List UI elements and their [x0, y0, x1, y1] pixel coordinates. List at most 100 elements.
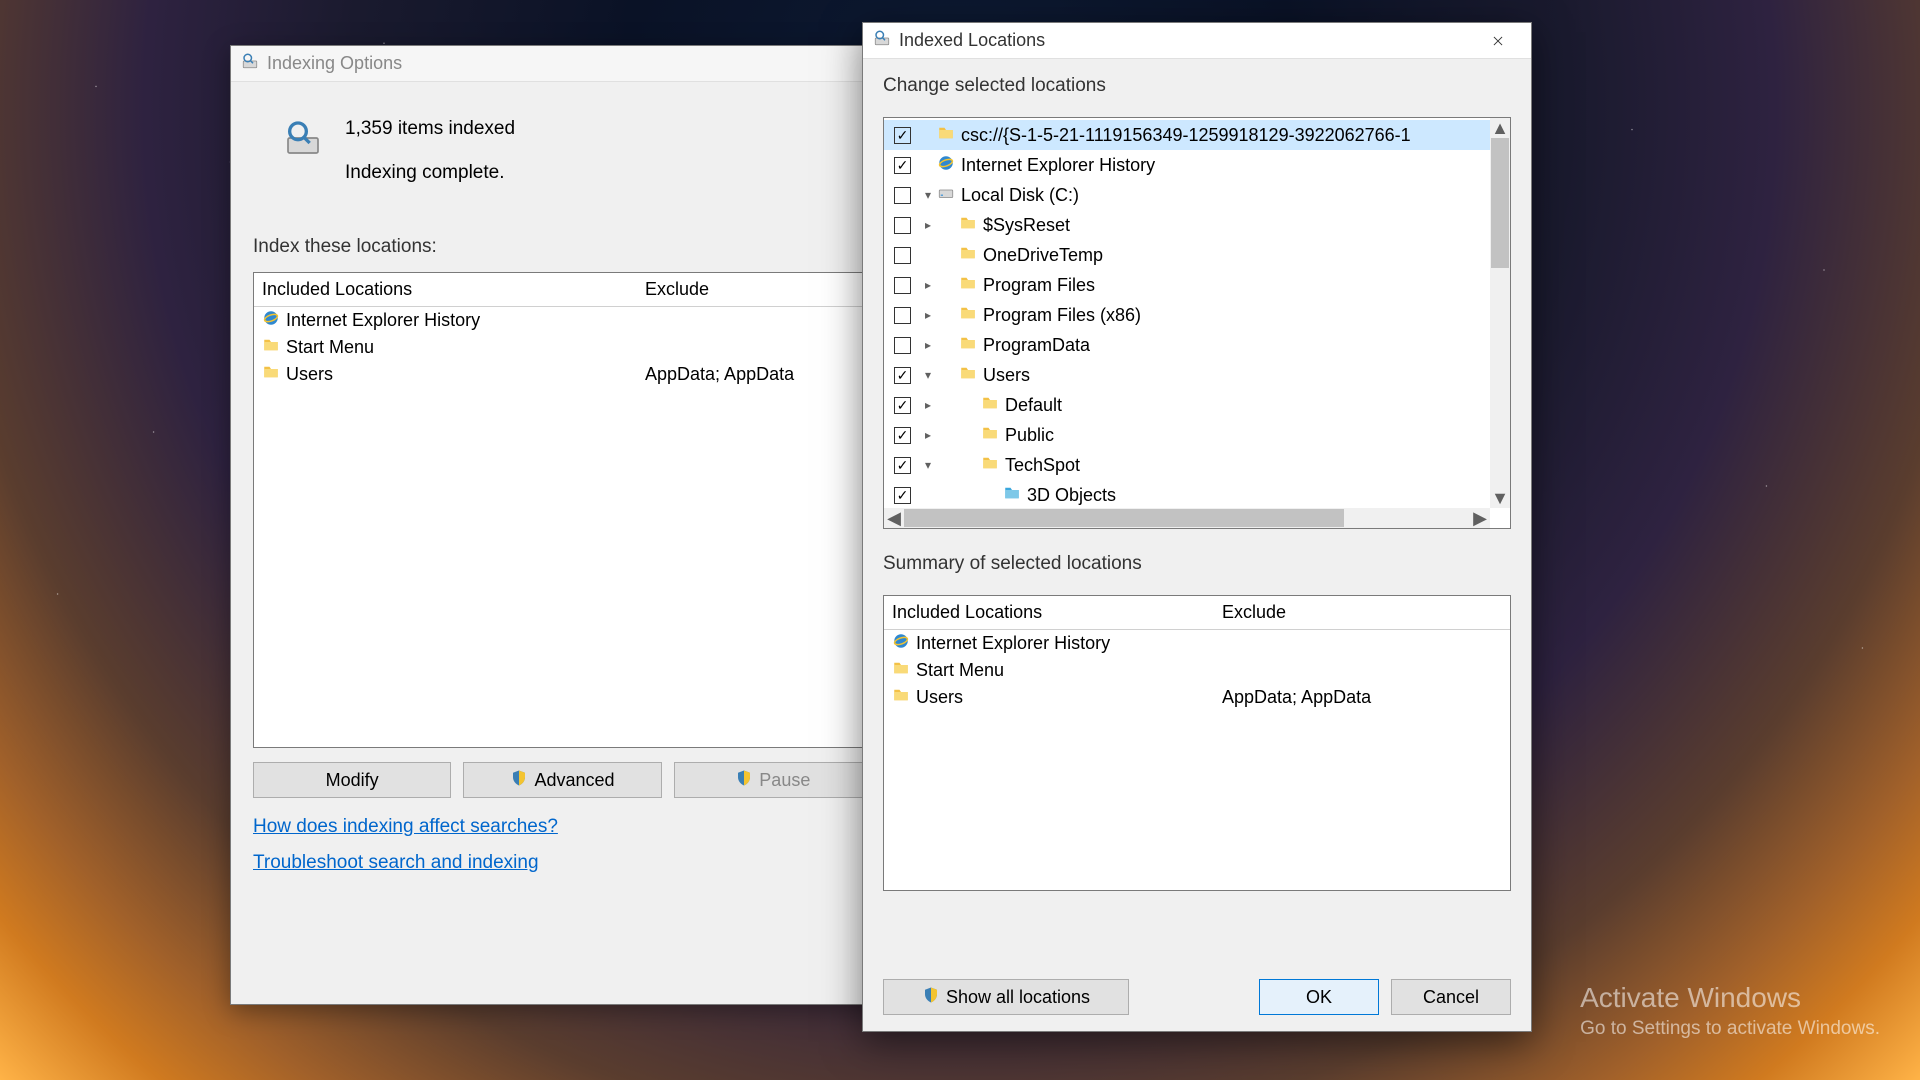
table-row[interactable]: Internet Explorer History	[254, 307, 871, 334]
folder-blue-icon	[1003, 484, 1021, 507]
ie-icon	[937, 154, 955, 177]
location-name: Internet Explorer History	[286, 310, 480, 331]
shield-icon	[735, 769, 753, 792]
scroll-down-icon[interactable]: ▼	[1490, 488, 1510, 508]
close-button[interactable]	[1475, 25, 1521, 57]
checkbox[interactable]	[894, 337, 911, 354]
checkbox[interactable]: ✓	[894, 367, 911, 384]
drive-icon	[937, 184, 955, 207]
folder-icon	[959, 274, 977, 297]
pause-button[interactable]: Pause	[674, 762, 872, 798]
tree-item-label: Local Disk (C:)	[961, 185, 1079, 206]
scroll-left-icon[interactable]: ◀	[884, 508, 904, 529]
exclude-value: AppData; AppData	[1222, 687, 1502, 708]
checkbox[interactable]	[894, 307, 911, 324]
checkbox[interactable]	[894, 277, 911, 294]
folder-icon	[981, 394, 999, 417]
activate-windows-watermark: Activate Windows Go to Settings to activ…	[1580, 979, 1880, 1042]
tree-item[interactable]: ✓ Internet Explorer History	[884, 150, 1490, 180]
folder-icon	[959, 214, 977, 237]
titlebar[interactable]: Indexed Locations	[863, 23, 1531, 59]
tree-item-label: $SysReset	[983, 215, 1070, 236]
cancel-button[interactable]: Cancel	[1391, 979, 1511, 1015]
folder-icon	[892, 659, 910, 682]
scroll-thumb[interactable]	[904, 509, 1344, 527]
checkbox[interactable]	[894, 187, 911, 204]
tree-item[interactable]: ▸ProgramData	[884, 330, 1490, 360]
tree-item-label: Internet Explorer History	[961, 155, 1155, 176]
folder-icon	[262, 336, 280, 359]
expand-toggle[interactable]: ▾	[919, 188, 937, 202]
tree-item[interactable]: ✓csc://{S-1-5-21-1119156349-1259918129-3…	[884, 120, 1490, 150]
location-name: Start Menu	[286, 337, 374, 358]
dialog-title: Indexing Options	[267, 53, 402, 74]
dialog-title: Indexed Locations	[899, 30, 1045, 51]
tree-item-label: Users	[983, 365, 1030, 386]
locations-tree: ✓csc://{S-1-5-21-1119156349-1259918129-3…	[883, 117, 1511, 529]
expand-toggle[interactable]: ▸	[919, 218, 937, 232]
scroll-right-icon[interactable]: ▶	[1470, 508, 1490, 529]
indexing-icon	[283, 118, 323, 163]
checkbox[interactable]	[894, 247, 911, 264]
expand-toggle[interactable]: ▾	[919, 458, 937, 472]
tree-item[interactable]: ▸ $SysReset	[884, 210, 1490, 240]
folder-icon	[892, 686, 910, 709]
tree-item[interactable]: ✓ ▸ Default	[884, 390, 1490, 420]
modify-button[interactable]: Modify	[253, 762, 451, 798]
column-header-exclude[interactable]: Exclude	[1222, 602, 1502, 623]
horizontal-scrollbar[interactable]: ◀ ▶	[884, 508, 1490, 528]
search-options-icon	[873, 29, 899, 52]
tree-item[interactable]: ▸Program Files	[884, 270, 1490, 300]
troubleshoot-link[interactable]: Troubleshoot search and indexing	[253, 852, 872, 874]
folder-icon	[959, 334, 977, 357]
tree-item[interactable]: OneDriveTemp	[884, 240, 1490, 270]
tree-item-label: OneDriveTemp	[983, 245, 1103, 266]
how-indexing-affects-link[interactable]: How does indexing affect searches?	[253, 816, 872, 838]
table-row[interactable]: Start Menu	[884, 657, 1510, 684]
tree-item[interactable]: ✓ ▾ Users	[884, 360, 1490, 390]
checkbox[interactable]: ✓	[894, 487, 911, 504]
tree-item-label: Default	[1005, 395, 1062, 416]
table-row[interactable]: UsersAppData; AppData	[254, 361, 871, 388]
table-row[interactable]: UsersAppData; AppData	[884, 684, 1510, 711]
checkbox[interactable]	[894, 217, 911, 234]
folder-icon	[959, 304, 977, 327]
show-all-locations-button[interactable]: Show all locations	[883, 979, 1129, 1015]
checkbox[interactable]: ✓	[894, 157, 911, 174]
tree-item[interactable]: ▾ Local Disk (C:)	[884, 180, 1490, 210]
expand-toggle[interactable]: ▸	[919, 398, 937, 412]
checkbox[interactable]: ✓	[894, 397, 911, 414]
checkbox[interactable]: ✓	[894, 457, 911, 474]
indexed-locations-dialog: Indexed Locations Change selected locati…	[862, 22, 1532, 1032]
tree-item[interactable]: ▸Program Files (x86)	[884, 300, 1490, 330]
expand-toggle[interactable]: ▸	[919, 428, 937, 442]
exclude-value: AppData; AppData	[645, 364, 863, 385]
column-header-included[interactable]: Included Locations	[892, 602, 1222, 623]
table-row[interactable]: Start Menu	[254, 334, 871, 361]
column-header-exclude[interactable]: Exclude	[645, 279, 863, 300]
advanced-button[interactable]: Advanced	[463, 762, 661, 798]
tree-item[interactable]: ✓ 3D Objects	[884, 480, 1490, 510]
vertical-scrollbar[interactable]: ▲ ▼	[1490, 118, 1510, 508]
expand-toggle[interactable]: ▸	[919, 338, 937, 352]
expand-toggle[interactable]: ▸	[919, 278, 937, 292]
expand-toggle[interactable]: ▾	[919, 368, 937, 382]
column-header-included[interactable]: Included Locations	[262, 279, 645, 300]
table-row[interactable]: Internet Explorer History	[884, 630, 1510, 657]
scroll-thumb[interactable]	[1491, 138, 1509, 268]
summary-table: Included Locations Exclude Internet Expl…	[883, 595, 1511, 891]
folder-icon	[959, 244, 977, 267]
expand-toggle[interactable]: ▸	[919, 308, 937, 322]
tree-item[interactable]: ✓▸Public	[884, 420, 1490, 450]
checkbox[interactable]: ✓	[894, 427, 911, 444]
folder-icon	[981, 454, 999, 477]
ie-icon	[262, 309, 280, 332]
tree-item-label: 3D Objects	[1027, 485, 1116, 506]
ok-button[interactable]: OK	[1259, 979, 1379, 1015]
titlebar[interactable]: Indexing Options	[231, 46, 894, 82]
indexing-status-text: Indexing complete.	[345, 162, 515, 184]
folder-icon	[262, 363, 280, 386]
scroll-up-icon[interactable]: ▲	[1490, 118, 1510, 138]
tree-item[interactable]: ✓▾TechSpot	[884, 450, 1490, 480]
checkbox[interactable]: ✓	[894, 127, 911, 144]
